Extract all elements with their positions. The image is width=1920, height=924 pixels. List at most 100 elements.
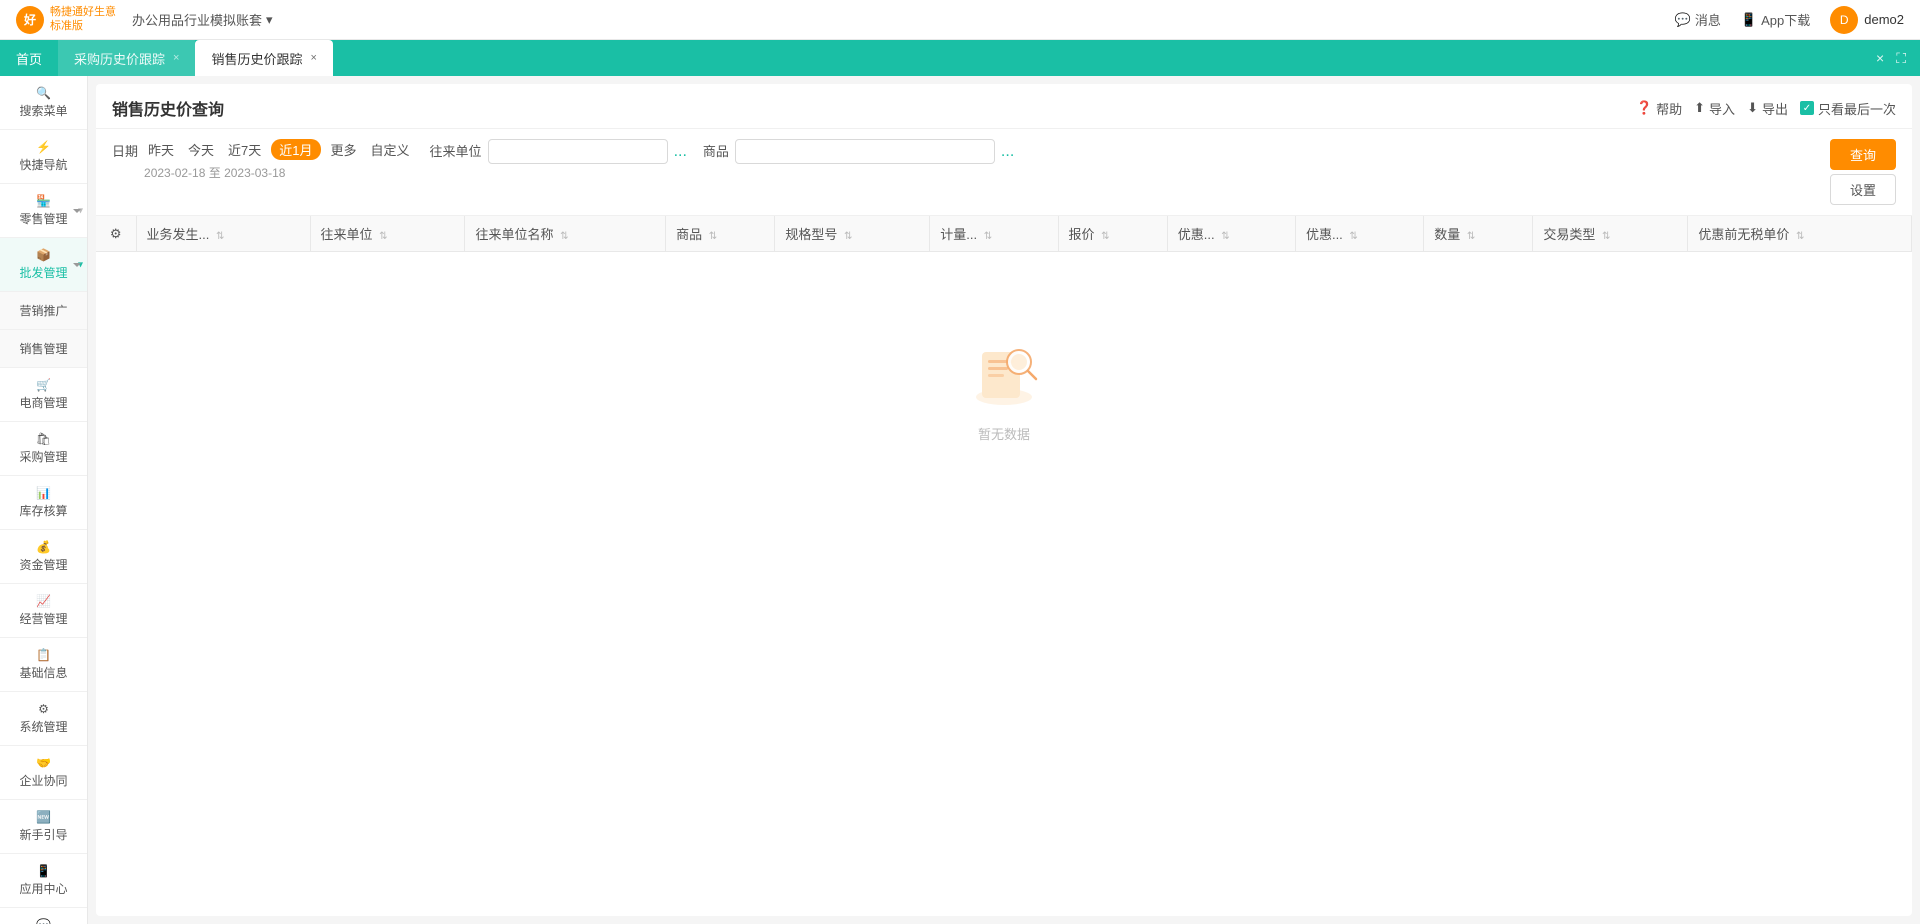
import-button[interactable]: ⬆ 导入: [1694, 99, 1735, 118]
sidebar-item-retail-mgmt[interactable]: 🏪 零售管理 ▾: [0, 184, 87, 238]
finance-icon: 💰: [36, 540, 51, 554]
content-area: 销售历史价查询 ❓ 帮助 ⬆ 导入 ⬇ 导出 ✓: [88, 76, 1920, 924]
sidebar-item-basic-info[interactable]: 📋 基础信息: [0, 638, 87, 692]
app-download-action[interactable]: 📱 App下载: [1741, 10, 1810, 29]
retail-icon: 🏪: [36, 194, 51, 208]
counterpart-input[interactable]: [488, 139, 668, 164]
sort-icon-quantity: ⇅: [1467, 231, 1475, 242]
sort-icon-counterpart-name: ⇅: [560, 231, 568, 242]
sort-icon-discount2: ⇅: [1349, 231, 1357, 242]
tab-bar-actions: × ⛶: [1874, 48, 1920, 69]
sidebar-item-new-guide[interactable]: 🆕 新手引导: [0, 800, 87, 854]
empty-text: 暂无数据: [978, 424, 1030, 443]
sort-icon-trade-type: ⇅: [1602, 231, 1610, 242]
col-goods[interactable]: 商品 ⇅: [666, 216, 775, 252]
date-range-text: 2023-02-18 至 2023-03-18: [144, 164, 414, 181]
sidebar: 🔍 搜索菜单 ⚡ 快捷导航 🏪 零售管理 ▾ 📦 批发管理 ▾ 营销推广 销售管…: [0, 76, 88, 924]
tab-purchase-history[interactable]: 采购历史价跟踪 ×: [58, 40, 195, 76]
col-counterpart-name[interactable]: 往来单位名称 ⇅: [465, 216, 666, 252]
col-spec[interactable]: 规格型号 ⇅: [775, 216, 930, 252]
export-button[interactable]: ⬇ 导出: [1747, 99, 1788, 118]
tab-sales-history[interactable]: 销售历史价跟踪 ×: [195, 40, 332, 76]
wechat-icon: 💬: [36, 918, 51, 924]
filter-area: 日期 昨天 今天 近7天 近1月 更多 自定义 2023-02-18 至 202…: [96, 129, 1912, 216]
col-settings[interactable]: ⚙: [96, 216, 136, 252]
col-discount1[interactable]: 优惠... ⇅: [1167, 216, 1295, 252]
col-trade-type[interactable]: 交易类型 ⇅: [1533, 216, 1688, 252]
sidebar-item-system[interactable]: ⚙ 系统管理: [0, 692, 87, 746]
sidebar-item-wholesale-mgmt[interactable]: 📦 批发管理 ▾: [0, 238, 87, 292]
ecommerce-icon: 🛒: [36, 378, 51, 392]
tab-purchase-history-close[interactable]: ×: [173, 52, 179, 64]
page-container: 销售历史价查询 ❓ 帮助 ⬆ 导入 ⬇ 导出 ✓: [96, 84, 1912, 916]
col-unit[interactable]: 计量... ⇅: [930, 216, 1058, 252]
page-header: 销售历史价查询 ❓ 帮助 ⬆ 导入 ⬇ 导出 ✓: [96, 84, 1912, 129]
query-button[interactable]: 查询: [1830, 139, 1896, 170]
logo-text: 畅捷通好生意 标准版: [50, 6, 116, 32]
close-all-tabs-button[interactable]: ×: [1874, 48, 1886, 68]
company-selector[interactable]: 办公用品行业模拟账套 ▾: [124, 6, 281, 33]
header-right: 💬 消息 📱 App下载 D demo2: [1675, 6, 1904, 34]
message-action[interactable]: 💬 消息: [1675, 10, 1721, 29]
sort-icon-pre-tax-price: ⇅: [1796, 231, 1804, 242]
col-counterpart-code[interactable]: 往来单位 ⇅: [310, 216, 465, 252]
sort-icon-quote: ⇅: [1101, 231, 1109, 242]
empty-state: 暂无数据: [96, 252, 1912, 523]
ops-icon: 📈: [36, 594, 51, 608]
sidebar-item-app-center[interactable]: 📱 应用中心: [0, 854, 87, 908]
gear-icon: ⚙: [110, 226, 122, 241]
guide-icon: 🆕: [36, 810, 51, 824]
date-option-more[interactable]: 更多: [327, 139, 361, 160]
help-icon: ❓: [1636, 100, 1652, 116]
logo-icon: 好: [16, 6, 44, 34]
purchase-icon: 🛍: [36, 432, 51, 446]
main-layout: 🔍 搜索菜单 ⚡ 快捷导航 🏪 零售管理 ▾ 📦 批发管理 ▾ 营销推广 销售管…: [0, 76, 1920, 924]
sidebar-item-finance[interactable]: 💰 资金管理: [0, 530, 87, 584]
table-area: ⚙ 业务发生... ⇅ 往来单位 ⇅ 往来单位名称: [96, 216, 1912, 916]
sort-icon-discount1: ⇅: [1221, 231, 1229, 242]
only-last-checkbox[interactable]: ✓ 只看最后一次: [1800, 99, 1896, 118]
counterpart-picker-button[interactable]: ...: [674, 143, 687, 161]
checkbox-icon: ✓: [1800, 101, 1814, 115]
sidebar-item-marketing[interactable]: 营销推广: [0, 292, 87, 330]
message-icon: 💬: [1675, 12, 1691, 28]
sidebar-item-inventory[interactable]: 📊 库存核算: [0, 476, 87, 530]
sort-icon-spec: ⇅: [844, 231, 852, 242]
date-option-custom[interactable]: 自定义: [367, 139, 414, 160]
counterpart-input-group: ...: [488, 139, 687, 164]
sidebar-item-search-menu[interactable]: 🔍 搜索菜单: [0, 76, 87, 130]
sidebar-item-sales-mgmt[interactable]: 销售管理: [0, 330, 87, 368]
help-button[interactable]: ❓ 帮助: [1636, 99, 1682, 118]
date-option-1month[interactable]: 近1月: [271, 139, 320, 160]
sort-icon-biz-date: ⇅: [216, 231, 224, 242]
export-icon: ⬇: [1747, 100, 1758, 116]
date-option-7days[interactable]: 近7天: [224, 139, 265, 160]
col-discount2[interactable]: 优惠... ⇅: [1295, 216, 1423, 252]
date-option-yesterday[interactable]: 昨天: [144, 139, 178, 160]
inventory-icon: 📊: [36, 486, 51, 500]
col-quote[interactable]: 报价 ⇅: [1058, 216, 1167, 252]
sidebar-item-ecommerce[interactable]: 🛒 电商管理: [0, 368, 87, 422]
goods-filter-group: 商品 ...: [703, 139, 1014, 164]
sidebar-item-purchase-mgmt[interactable]: 🛍 采购管理: [0, 422, 87, 476]
settings-button[interactable]: 设置: [1830, 174, 1896, 205]
col-biz-date[interactable]: 业务发生... ⇅: [136, 216, 310, 252]
col-quantity[interactable]: 数量 ⇅: [1424, 216, 1533, 252]
filter-right-actions: 查询 设置: [1830, 139, 1896, 205]
basic-icon: 📋: [36, 648, 51, 662]
tab-sales-history-close[interactable]: ×: [310, 52, 316, 64]
sidebar-item-operations[interactable]: 📈 经营管理: [0, 584, 87, 638]
sidebar-item-enterprise-wechat[interactable]: 💬 企业微信: [0, 908, 87, 924]
goods-input[interactable]: [735, 139, 995, 164]
col-pre-tax-price[interactable]: 优惠前无税单价 ⇅: [1688, 216, 1912, 252]
wholesale-icon: 📦: [36, 248, 51, 262]
date-option-today[interactable]: 今天: [184, 139, 218, 160]
user-area[interactable]: D demo2: [1830, 6, 1904, 34]
date-options: 昨天 今天 近7天 近1月 更多 自定义: [144, 139, 414, 160]
fullscreen-button[interactable]: ⛶: [1894, 48, 1908, 69]
sidebar-item-quick-nav[interactable]: ⚡ 快捷导航: [0, 130, 87, 184]
goods-picker-button[interactable]: ...: [1001, 143, 1014, 161]
sidebar-item-enterprise[interactable]: 🤝 企业协同: [0, 746, 87, 800]
tab-home[interactable]: 首页: [0, 40, 58, 76]
empty-icon: [964, 332, 1044, 412]
